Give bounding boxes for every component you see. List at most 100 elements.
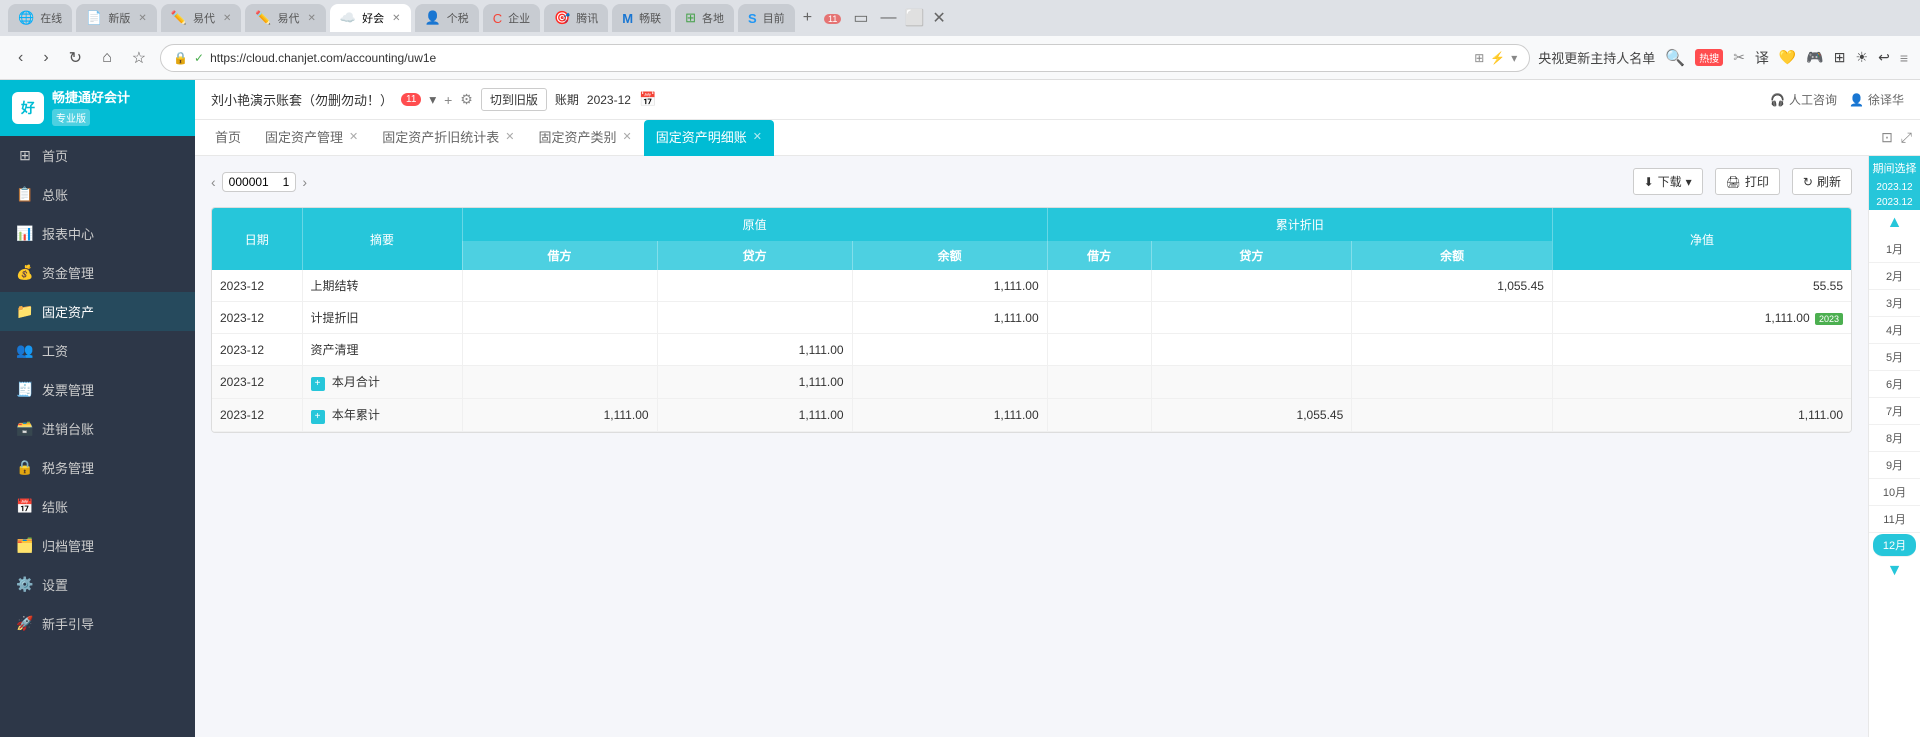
tab-fa-dep-stat[interactable]: 固定资产折旧统计表 ✕	[370, 120, 526, 156]
sidebar-item-tax[interactable]: 🔒 税务管理	[0, 448, 195, 487]
company-dropdown-button[interactable]: ▾	[429, 92, 436, 108]
new-tab-button[interactable]: +	[799, 9, 816, 27]
period-item-1[interactable]: 1月	[1869, 236, 1920, 263]
period-item-3[interactable]: 3月	[1869, 290, 1920, 317]
download-button[interactable]: ⬇ 下载 ▾	[1633, 168, 1703, 195]
sun-icon[interactable]: ☀	[1856, 49, 1869, 66]
reload-button[interactable]: ↻	[63, 46, 88, 70]
grid-icon[interactable]: ⊞	[1834, 49, 1846, 66]
add-company-button[interactable]: +	[444, 92, 452, 108]
tab-fa-category[interactable]: 固定资产类别 ✕	[526, 120, 643, 156]
calendar-icon[interactable]: 📅	[639, 91, 656, 108]
sidebar-item-close[interactable]: 📅 结账	[0, 487, 195, 526]
back-button[interactable]: ‹	[12, 47, 29, 69]
bookmark-button[interactable]: ☆	[126, 46, 152, 70]
sidebar-item-archive[interactable]: 🗂️ 归档管理	[0, 526, 195, 565]
tab7-label: 企业	[508, 10, 530, 26]
tab-home[interactable]: 首页	[203, 120, 253, 156]
tab-fa-dep-stat-close-icon[interactable]: ✕	[505, 130, 514, 143]
tab-fa-detail[interactable]: 固定资产明细账 ✕	[644, 120, 774, 156]
sidebar-item-ledger[interactable]: 📋 总账	[0, 175, 195, 214]
sidebar-item-reports[interactable]: 📊 报表中心	[0, 214, 195, 253]
browser-tab-3[interactable]: ✏️ 易代 ✕	[161, 4, 242, 32]
address-bar[interactable]: 🔒 ✓ ⊞ ⚡ ▾	[160, 44, 1530, 72]
content-with-panel: ‹ 1 › ⬇ 下载 ▾	[195, 156, 1920, 737]
sidebar-item-home[interactable]: ⊞ 首页	[0, 136, 195, 175]
search-icon[interactable]: 🔍	[1665, 48, 1685, 68]
sidebar-item-fixed-assets[interactable]: 📁 固定资产	[0, 292, 195, 331]
period-item-10[interactable]: 10月	[1869, 479, 1920, 506]
cell-orig-balance-3	[852, 334, 1047, 366]
minimize-icon[interactable]: —	[881, 9, 897, 27]
download-icon: ⬇	[1644, 175, 1654, 189]
monthly-total-icon: +	[311, 377, 325, 391]
dropdown-icon[interactable]: ▾	[1511, 51, 1517, 65]
browser-tab-10[interactable]: ⊞ 各地	[675, 4, 734, 32]
tab-fa-management[interactable]: 固定资产管理 ✕	[253, 120, 370, 156]
tab-fa-mgmt-close-icon[interactable]: ✕	[349, 130, 358, 143]
refresh-icon: ↻	[1803, 175, 1813, 189]
print-button[interactable]: 🖨 打印	[1715, 168, 1780, 195]
sidebar-item-purchase[interactable]: 🗃️ 进销台账	[0, 409, 195, 448]
restore-window-icon[interactable]: ⬜	[905, 8, 925, 28]
forward-button[interactable]: ›	[37, 47, 54, 69]
next-page-button[interactable]: ›	[302, 174, 307, 190]
sidebar-item-payroll[interactable]: 👥 工资	[0, 331, 195, 370]
period-up-button[interactable]: ▲	[1869, 210, 1920, 236]
period-item-5[interactable]: 5月	[1869, 344, 1920, 371]
browser-tab-5[interactable]: ☁️ 好会 ✕	[330, 4, 411, 32]
period-item-11[interactable]: 11月	[1869, 506, 1920, 533]
tab-fullscreen-button[interactable]: ⤢	[1901, 129, 1912, 146]
translate-icon[interactable]: 译	[1755, 48, 1769, 68]
period-item-12[interactable]: 12月	[1873, 534, 1916, 557]
tab4-close-icon[interactable]: ✕	[308, 13, 316, 24]
period-item-8[interactable]: 8月	[1869, 425, 1920, 452]
menu-icon[interactable]: ≡	[1900, 50, 1908, 66]
period-item-9[interactable]: 9月	[1869, 452, 1920, 479]
reports-icon: 📊	[16, 224, 34, 242]
consult-button[interactable]: 🎧 人工咨询	[1770, 91, 1837, 108]
close-window-icon[interactable]: ✕	[932, 8, 945, 28]
browser-tab-11[interactable]: S 目前	[738, 4, 795, 32]
sidebar-item-guide[interactable]: 🚀 新手引导	[0, 604, 195, 643]
scissors-icon[interactable]: ✂	[1733, 49, 1745, 66]
address-input[interactable]	[210, 51, 1468, 65]
tab-fa-cat-close-icon[interactable]: ✕	[623, 130, 632, 143]
user-info[interactable]: 👤 徐译华	[1849, 91, 1904, 108]
browser-tab-4[interactable]: ✏️ 易代 ✕	[245, 4, 326, 32]
table-body: 2023-12 上期结转 1,111.00 1,055.45 55.55	[212, 270, 1851, 432]
prev-page-button[interactable]: ‹	[211, 174, 216, 190]
sidebar-label-fixed: 固定资产	[42, 302, 94, 321]
browser-tab-8[interactable]: 🎯 腾讯	[544, 4, 608, 32]
period-item-6[interactable]: 6月	[1869, 371, 1920, 398]
browser-tab-6[interactable]: 👤 个税	[415, 4, 479, 32]
lightning-icon[interactable]: ⚡	[1490, 51, 1505, 65]
qr-icon[interactable]: ⊞	[1474, 51, 1484, 65]
home-button[interactable]: ⌂	[96, 47, 118, 69]
browser-tab-2[interactable]: 📄 新版 ✕	[76, 4, 157, 32]
settings-button[interactable]: ⚙	[460, 91, 473, 108]
tab2-close-icon[interactable]: ✕	[138, 13, 146, 24]
period-item-7[interactable]: 7月	[1869, 398, 1920, 425]
period-selected-start: 2023.12	[1869, 180, 1920, 195]
tab5-close-icon[interactable]: ✕	[392, 13, 400, 24]
wallet-icon[interactable]: 💛	[1779, 49, 1796, 66]
browser-tab-9[interactable]: M 畅联	[612, 4, 671, 32]
sidebar-item-funds[interactable]: 💰 资金管理	[0, 253, 195, 292]
period-down-button[interactable]: ▼	[1869, 558, 1920, 584]
tab-restore-button[interactable]: ⊡	[1881, 129, 1893, 146]
browser-tab-1[interactable]: 🌐 在线	[8, 4, 72, 32]
sidebar-item-settings[interactable]: ⚙️ 设置	[0, 565, 195, 604]
period-item-4[interactable]: 4月	[1869, 317, 1920, 344]
period-panel-title: 期间选择	[1869, 156, 1920, 180]
period-item-2[interactable]: 2月	[1869, 263, 1920, 290]
tab-fa-detail-close-icon[interactable]: ✕	[753, 130, 762, 143]
tab3-close-icon[interactable]: ✕	[223, 13, 231, 24]
browser-tab-7[interactable]: C 企业	[483, 4, 540, 32]
history-icon[interactable]: ↩	[1878, 49, 1890, 66]
switch-version-button[interactable]: 切到旧版	[481, 88, 547, 111]
page-code-input[interactable]	[229, 175, 279, 189]
refresh-button[interactable]: ↻ 刷新	[1792, 168, 1852, 195]
game-icon[interactable]: 🎮	[1806, 49, 1823, 66]
sidebar-item-invoice[interactable]: 🧾 发票管理	[0, 370, 195, 409]
